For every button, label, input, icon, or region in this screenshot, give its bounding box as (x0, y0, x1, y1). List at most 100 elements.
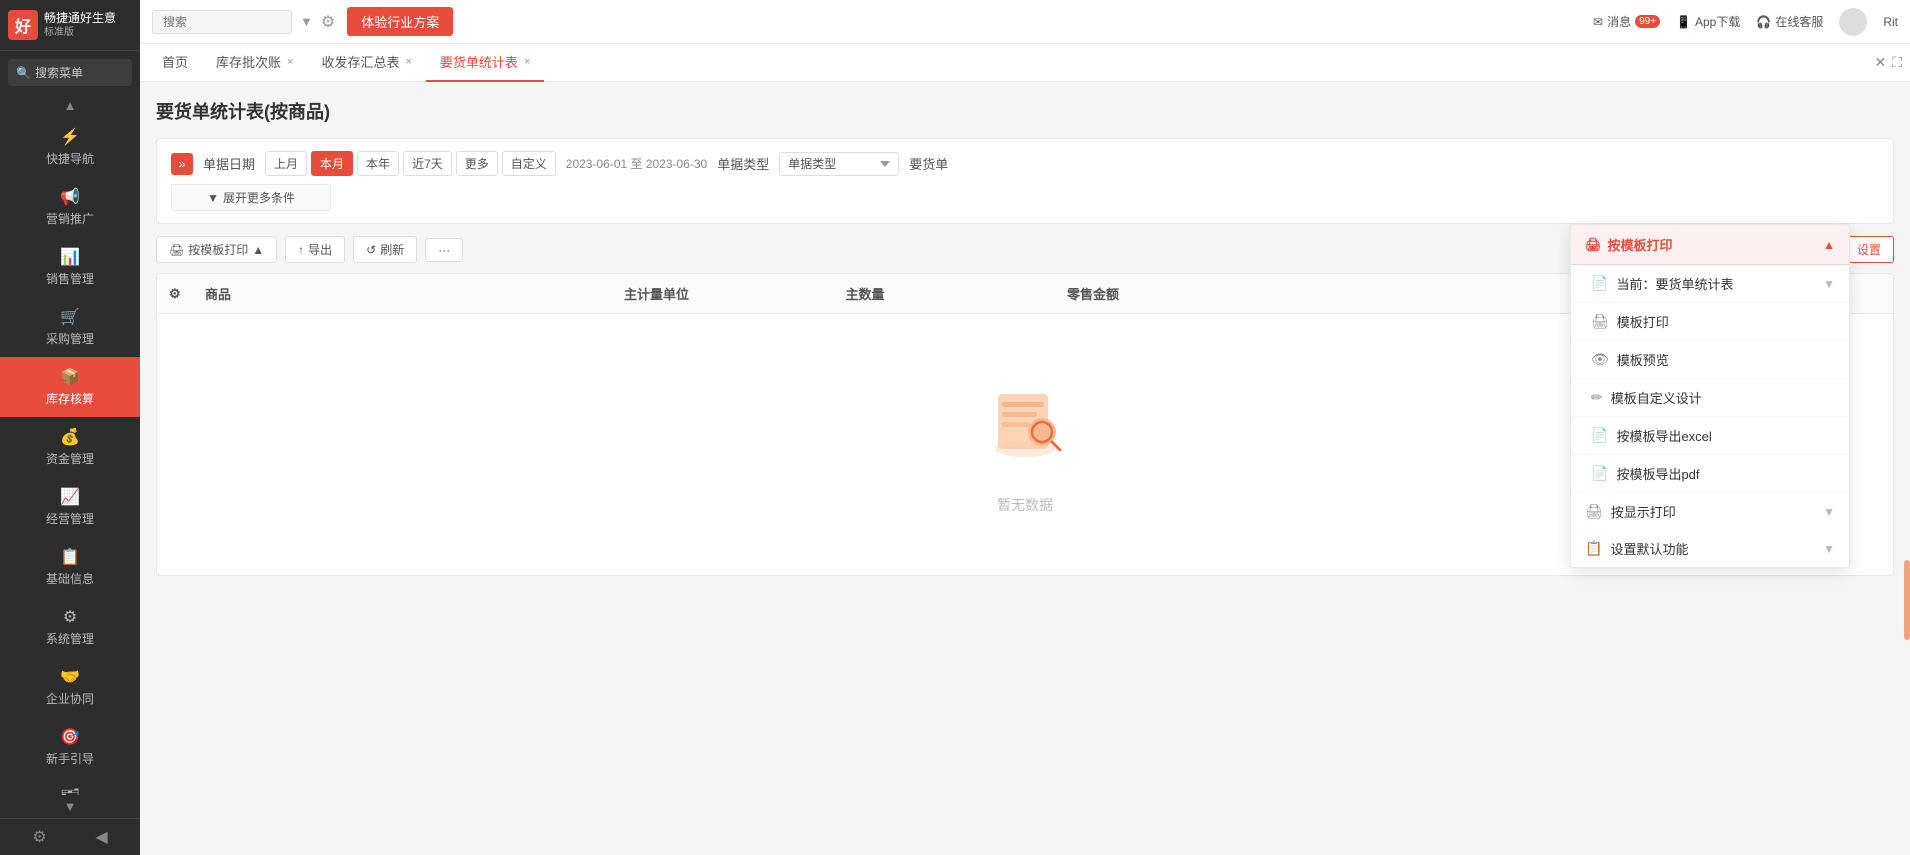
tab-home[interactable]: 首页 (148, 44, 202, 82)
dropdown-template-print[interactable]: 🖨 模板打印 (1571, 303, 1849, 341)
dropdown-title: 🖨 按模板打印 (1585, 235, 1673, 254)
chevron-right-icon: ▼ (1823, 277, 1835, 291)
sidebar-scroll-down[interactable]: ▼ (0, 795, 140, 818)
filter-row: » 单据日期 上月 本月 本年 近7天 更多 自定义 2023-06-01 至 … (171, 151, 1879, 176)
sidebar-item-apps[interactable]: 🗂 应用中心 (0, 777, 140, 795)
dropdown-template-preview[interactable]: 👁 模板预览 (1571, 341, 1849, 379)
tabs-bar: 首页 库存批次账 × 收发存汇总表 × 要货单统计表 × ✕ ⛶ (140, 44, 1910, 82)
dropdown-template-excel[interactable]: 📄 按模板导出excel (1571, 417, 1849, 455)
sidebar-item-operation[interactable]: 📈 经营管理 (0, 477, 140, 537)
tab-close-order-stats[interactable]: × (524, 56, 530, 68)
scrollbar-thumb[interactable] (1904, 560, 1910, 640)
topbar-gear-icon[interactable]: ⚙ (321, 12, 335, 32)
sidebar-item-system[interactable]: ⚙ 系统管理 (0, 597, 140, 657)
sidebar-item-purchase[interactable]: 🛒 采购管理 (0, 297, 140, 357)
sidebar-item-guide[interactable]: 🎯 新手引导 (0, 717, 140, 777)
empty-icon (980, 374, 1070, 483)
system-icon: ⚙ (63, 607, 77, 627)
printer-icon: 🖨 (1591, 313, 1609, 330)
user-avatar[interactable] (1839, 8, 1867, 36)
date-filter-label: 单据日期 (203, 154, 255, 173)
close-tab-icon[interactable]: ✕ (1874, 54, 1886, 71)
sidebar: 好 畅捷通好生意 标准版 🔍 搜索菜单 ▲ ⚡ 快捷导航 📢 营销推广 📊 销售… (0, 0, 140, 855)
current-year-button[interactable]: 本年 (357, 151, 399, 176)
headset-icon: 🎧 (1756, 15, 1771, 29)
refresh-button[interactable]: ↺ 刷新 (353, 236, 417, 263)
marketing-icon: 📢 (60, 187, 80, 207)
maximize-icon[interactable]: ⛶ (1892, 54, 1902, 71)
dropdown-collapse-button[interactable]: ▲ (1823, 238, 1835, 252)
sidebar-scroll-up[interactable]: ▲ (0, 94, 140, 117)
sidebar-settings-icon[interactable]: ⚙ (32, 827, 46, 847)
username-label: Rit (1883, 15, 1898, 29)
preview-icon: 👁 (1591, 351, 1609, 368)
refresh-icon: ↺ (366, 243, 376, 257)
tab-receipt-summary[interactable]: 收发存汇总表 × (307, 44, 425, 82)
trial-button[interactable]: 体验行业方案 (347, 7, 453, 36)
sidebar-item-sales[interactable]: 📊 销售管理 (0, 237, 140, 297)
basics-icon: 📋 (60, 547, 80, 567)
app-download-button[interactable]: 📱 App下载 (1676, 13, 1740, 30)
display-print-icon: 🖨 (1585, 503, 1603, 520)
dropdown-current-template[interactable]: 📄 当前：要货单统计表 ▼ (1571, 265, 1849, 303)
sidebar-item-inventory[interactable]: 📦 库存核算 (0, 357, 140, 417)
set-default-icon: 📋 (1585, 540, 1602, 557)
main-area: ▼ ⚙ 体验行业方案 ✉ 消息 99+ 📱 App下载 🎧 在线客服 Rit 首… (140, 0, 1910, 855)
toolbar-left: 🖨 按模板打印 ▲ ↑ 导出 ↺ 刷新 ··· (156, 236, 463, 263)
page-title: 要货单统计表(按商品) (156, 98, 1894, 124)
th-settings[interactable]: ⚙ (157, 276, 193, 312)
prev-month-button[interactable]: 上月 (265, 151, 307, 176)
export-button[interactable]: ↑ 导出 (285, 236, 345, 263)
sidebar-item-basics[interactable]: 📋 基础信息 (0, 537, 140, 597)
order-type-select[interactable]: 单据类型 (779, 152, 899, 176)
tab-inventory-batch[interactable]: 库存批次账 × (202, 44, 307, 82)
content-area: 要货单统计表(按商品) » 单据日期 上月 本月 本年 近7天 更多 自定义 2… (140, 82, 1910, 855)
topbar-dropdown-arrow[interactable]: ▼ (300, 14, 313, 29)
more-date-button[interactable]: 更多 (456, 151, 498, 176)
sidebar-collapse-icon[interactable]: ◀ (95, 827, 107, 847)
filter-panel: » 单据日期 上月 本月 本年 近7天 更多 自定义 2023-06-01 至 … (156, 138, 1894, 224)
sidebar-item-marketing[interactable]: 📢 营销推广 (0, 177, 140, 237)
sidebar-item-collab[interactable]: 🤝 企业协同 (0, 657, 140, 717)
more-button[interactable]: ··· (425, 238, 463, 262)
message-icon: ✉ (1593, 15, 1603, 29)
messages-button[interactable]: ✉ 消息 99+ (1593, 13, 1660, 30)
print-template-button[interactable]: 🖨 按模板打印 ▲ (156, 236, 277, 263)
purchase-icon: 🛒 (60, 307, 80, 327)
app-download-icon: 📱 (1676, 15, 1691, 29)
template-icon: 📄 (1591, 275, 1608, 292)
apps-icon: 🗂 (60, 787, 80, 795)
th-amount: 零售金额 (1055, 274, 1277, 313)
dropdown-template-design[interactable]: ✏ 模板自定义设计 (1571, 379, 1849, 417)
print-dropdown: 🖨 按模板打印 ▲ 📄 当前：要货单统计表 ▼ 🖨 模板打印 (1570, 224, 1850, 568)
settings-button[interactable]: 设置 (1844, 236, 1894, 263)
seven-days-button[interactable]: 近7天 (403, 151, 452, 176)
topbar-search-input[interactable] (152, 10, 292, 34)
online-service-button[interactable]: 🎧 在线客服 (1756, 13, 1823, 30)
app-logo-icon: 好 (8, 10, 38, 40)
expand-more-button[interactable]: ▼ 展开更多条件 (171, 184, 331, 211)
th-qty: 主数量 (834, 274, 1056, 313)
tab-close-inventory-batch[interactable]: × (287, 56, 293, 68)
tab-order-stats[interactable]: 要货单统计表 × (426, 44, 544, 82)
sales-icon: 📊 (60, 247, 80, 267)
topbar: ▼ ⚙ 体验行业方案 ✉ 消息 99+ 📱 App下载 🎧 在线客服 Rit (140, 0, 1910, 44)
cargo-label: 要货单 (909, 154, 948, 173)
dropdown-display-print[interactable]: 🖨 按显示打印 ▼ (1571, 493, 1849, 530)
app-name: 畅捷通好生意 标准版 (44, 11, 116, 40)
current-month-button[interactable]: 本月 (311, 151, 353, 176)
operation-icon: 📈 (60, 487, 80, 507)
filter-expand-button[interactable]: » (171, 153, 193, 175)
sidebar-item-quick-nav[interactable]: ⚡ 快捷导航 (0, 117, 140, 177)
quick-nav-icon: ⚡ (60, 127, 80, 147)
custom-date-button[interactable]: 自定义 (502, 151, 556, 176)
sidebar-logo: 好 畅捷通好生意 标准版 (0, 0, 140, 51)
search-menu-button[interactable]: 🔍 搜索菜单 (8, 59, 132, 86)
tab-close-receipt-summary[interactable]: × (405, 56, 411, 68)
collab-icon: 🤝 (60, 667, 80, 687)
dropdown-set-default[interactable]: 📋 设置默认功能 ▼ (1571, 530, 1849, 567)
dropdown-template-pdf[interactable]: 📄 按模板导出pdf (1571, 455, 1849, 493)
order-type-label: 单据类型 (717, 154, 769, 173)
export-icon: ↑ (298, 243, 304, 257)
sidebar-item-finance[interactable]: 💰 资金管理 (0, 417, 140, 477)
